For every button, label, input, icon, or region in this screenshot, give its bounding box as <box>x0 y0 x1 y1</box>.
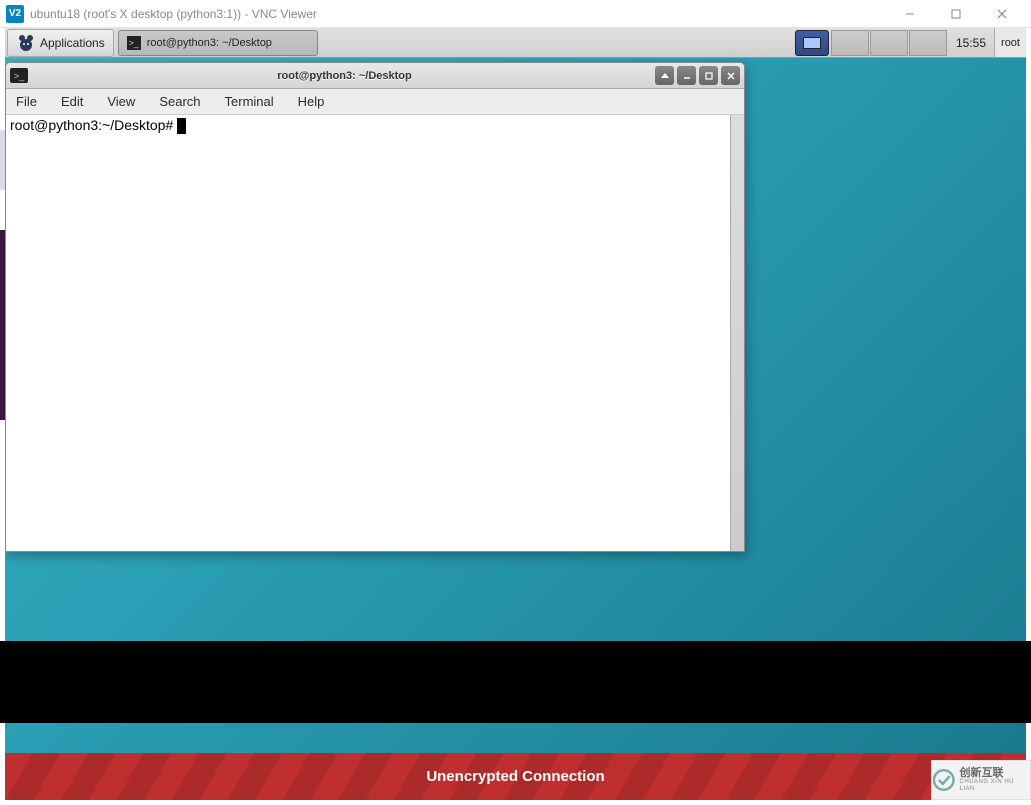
close-icon <box>997 9 1007 19</box>
panel-user[interactable]: root <box>994 28 1026 57</box>
menu-edit[interactable]: Edit <box>57 92 87 111</box>
maximize-icon <box>951 9 961 19</box>
arrow-up-icon <box>660 71 670 81</box>
close-button[interactable] <box>979 0 1025 28</box>
applications-label: Applications <box>40 36 105 50</box>
terminal-titlebar[interactable]: >_ root@python3: ~/Desktop <box>6 63 744 89</box>
left-edge-decoration <box>0 130 5 190</box>
corp-logo-icon <box>932 768 956 792</box>
tray-slot[interactable] <box>831 30 869 56</box>
menu-terminal[interactable]: Terminal <box>221 92 278 111</box>
terminal-close-button[interactable] <box>721 66 740 85</box>
xfce-panel: Applications >_ root@python3: ~/Desktop … <box>5 28 1026 58</box>
terminal-minimize-button[interactable] <box>677 66 696 85</box>
minimize-icon <box>905 9 915 19</box>
warning-text: Unencrypted Connection <box>426 768 604 785</box>
minimize-icon <box>682 71 692 81</box>
vnc-window-title: ubuntu18 (root's X desktop (python3:1)) … <box>30 7 887 21</box>
taskbar-item-label: root@python3: ~/Desktop <box>147 37 272 49</box>
maximize-button[interactable] <box>933 0 979 28</box>
black-bar <box>0 641 1031 723</box>
tray-slot[interactable] <box>909 30 947 56</box>
terminal-output[interactable]: root@python3:~/Desktop# <box>6 115 730 551</box>
xfce-mouse-icon <box>16 33 36 53</box>
tray-display-icon[interactable] <box>795 30 829 56</box>
minimize-button[interactable] <box>887 0 933 28</box>
terminal-prompt: root@python3:~/Desktop# <box>10 117 173 133</box>
applications-menu-button[interactable]: Applications <box>7 29 114 57</box>
terminal-title: root@python3: ~/Desktop <box>34 70 655 82</box>
menu-search[interactable]: Search <box>155 92 204 111</box>
terminal-up-button[interactable] <box>655 66 674 85</box>
warning-banner: Unencrypted Connection <box>5 753 1026 800</box>
left-edge-decoration <box>0 230 5 420</box>
close-icon <box>726 71 736 81</box>
terminal-menubar: File Edit View Search Terminal Help <box>6 89 744 115</box>
vnc-titlebar: V2 ubuntu18 (root's X desktop (python3:1… <box>0 0 1031 28</box>
terminal-scrollbar[interactable] <box>730 115 744 551</box>
corp-logo-name: 创新互联 <box>960 768 1031 780</box>
terminal-task-icon: >_ <box>127 36 141 50</box>
terminal-body[interactable]: root@python3:~/Desktop# <box>6 115 744 551</box>
corp-logo: 创新互联 CHUANG XIN HU LIAN <box>931 760 1031 800</box>
menu-file[interactable]: File <box>12 92 41 111</box>
terminal-title-icon: >_ <box>10 68 28 83</box>
panel-clock[interactable]: 15:55 <box>948 36 994 50</box>
corp-logo-sub: CHUANG XIN HU LIAN <box>960 779 1031 792</box>
menu-view[interactable]: View <box>103 92 139 111</box>
terminal-window: >_ root@python3: ~/Desktop <box>5 62 745 552</box>
terminal-maximize-button[interactable] <box>699 66 718 85</box>
terminal-cursor <box>177 118 186 134</box>
tray-slot[interactable] <box>870 30 908 56</box>
taskbar-item-terminal[interactable]: >_ root@python3: ~/Desktop <box>118 30 318 56</box>
maximize-icon <box>704 71 714 81</box>
menu-help[interactable]: Help <box>294 92 329 111</box>
vnc-logo-icon: V2 <box>6 5 24 23</box>
